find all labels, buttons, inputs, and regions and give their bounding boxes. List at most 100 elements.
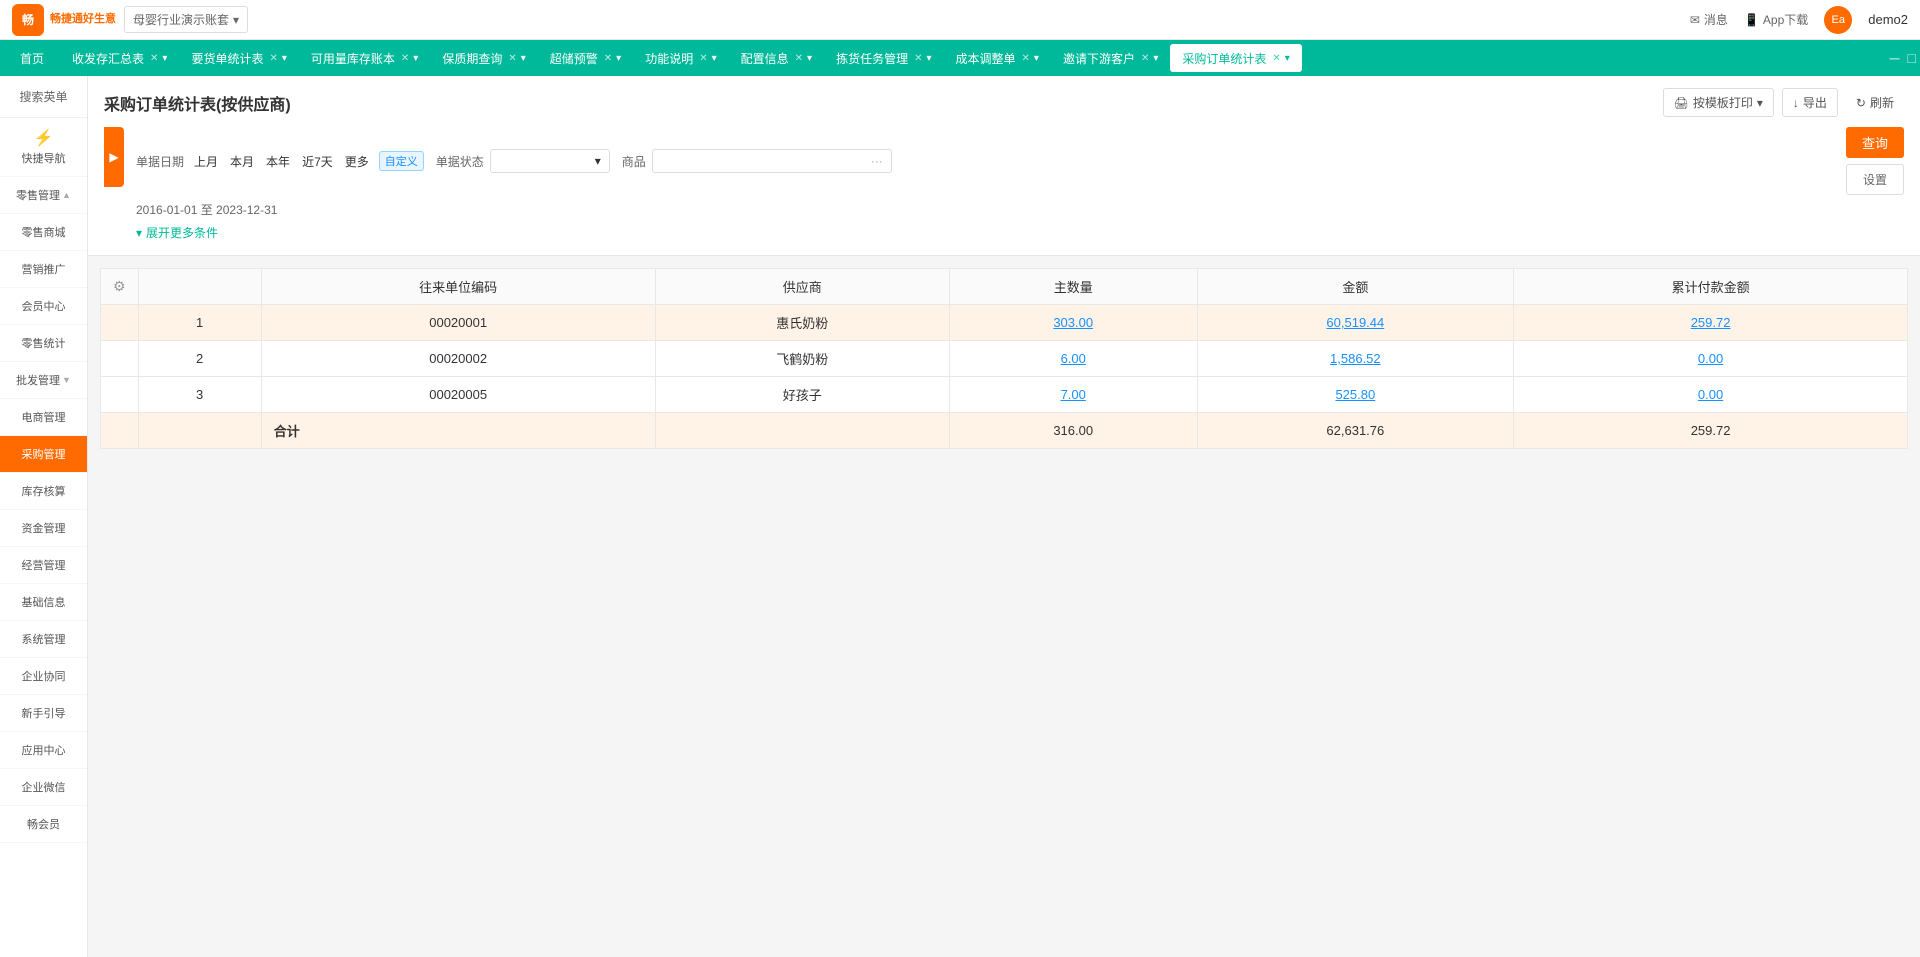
sidebar-item-basic-info[interactable]: 基础信息 — [0, 584, 87, 621]
logo-abbr: 畅 — [22, 11, 34, 28]
sidebar-new-guide-label: 新手引导 — [22, 705, 66, 721]
app-download-action[interactable]: 📱 App下载 — [1744, 11, 1808, 28]
top-bar: 畅 畅捷通好生意 母婴行业演示账套 ▾ ✉ 消息 📱 App下载 Ea demo… — [0, 0, 1920, 40]
th-supplier: 供应商 — [655, 269, 949, 305]
sidebar-item-sys-mgmt[interactable]: 系统管理 — [0, 621, 87, 658]
sidebar-item-vip[interactable]: 畅会员 — [0, 806, 87, 843]
username-label: demo2 — [1868, 12, 1908, 27]
sidebar-item-wholesale[interactable]: 批发管理 ▼ — [0, 362, 87, 399]
query-button[interactable]: 查询 — [1846, 127, 1904, 158]
close-invite-icon[interactable]: ✕ — [1141, 53, 1149, 64]
sidebar-item-ecommerce[interactable]: 电商管理 — [0, 399, 87, 436]
tab-available-stock[interactable]: 可用量库存账本 ✕ ▾ — [299, 44, 430, 72]
sidebar-item-new-guide[interactable]: 新手引导 — [0, 695, 87, 732]
sidebar-item-stock-check[interactable]: 库存核算 — [0, 473, 87, 510]
close-cost-adjust-icon[interactable]: ✕ — [1022, 53, 1030, 64]
status-select[interactable]: ▾ — [490, 149, 610, 173]
maximize-icon[interactable]: □ — [1908, 50, 1916, 66]
footer-quantity: 316.00 — [949, 413, 1197, 449]
expand-button[interactable]: ▾ 展开更多条件 — [136, 224, 218, 241]
row3-partner-code: 00020005 — [261, 377, 655, 413]
sidebar-ecommerce-label: 电商管理 — [22, 409, 66, 425]
refresh-button[interactable]: ↻ 刷新 — [1846, 89, 1904, 116]
export-label: 导出 — [1803, 94, 1827, 111]
export-button[interactable]: ↓ 导出 — [1782, 88, 1838, 117]
top-bar-left: 畅 畅捷通好生意 母婴行业演示账套 ▾ — [12, 4, 248, 36]
app-download-label: App下载 — [1763, 11, 1808, 28]
tab-receive-send[interactable]: 收发存汇总表 ✕ ▾ — [60, 44, 179, 72]
close-task-mgmt-icon[interactable]: ✕ — [914, 53, 922, 64]
custom-badge[interactable]: 自定义 — [379, 151, 424, 171]
sidebar-item-marketing[interactable]: 营销推广 — [0, 251, 87, 288]
close-purchase-stats-icon[interactable]: ✕ — [1272, 53, 1280, 64]
sidebar-retail-stats-label: 零售统计 — [22, 335, 66, 351]
sidebar-biz-mgmt-label: 经营管理 — [22, 557, 66, 573]
tab-expiry-query[interactable]: 保质期查询 ✕ ▾ — [430, 44, 537, 72]
th-partner-code: 往来单位编码 — [261, 269, 655, 305]
close-receive-send-icon[interactable]: ✕ — [150, 53, 158, 64]
row1-paid: 259.72 — [1514, 305, 1908, 341]
sidebar-corp-wechat-label: 企业微信 — [22, 779, 66, 795]
expand-icon: ▾ — [136, 226, 142, 240]
filter-row-1: 单据日期 上月 本月 本年 近7天 更多 自定义 单据状态 — [136, 127, 1904, 195]
row1-index: 1 — [138, 305, 261, 341]
settings-button[interactable]: 设置 — [1846, 164, 1904, 195]
sidebar-item-retail-stats[interactable]: 零售统计 — [0, 325, 87, 362]
tab-cost-adjust[interactable]: 成本调整单 ✕ ▾ — [944, 44, 1051, 72]
toggle-icon: ▶ — [109, 150, 118, 164]
tab-config[interactable]: 配置信息 ✕ ▾ — [729, 44, 824, 72]
header-row: ⚙ 往来单位编码 供应商 主数量 金额 累计付款金额 — [101, 269, 1908, 305]
shortcut-last-month[interactable]: 上月 — [190, 151, 222, 172]
tab-invite[interactable]: 邀请下游客户 ✕ ▾ — [1051, 44, 1170, 72]
sidebar-item-corp-collab[interactable]: 企业协同 — [0, 658, 87, 695]
tab-task-mgmt[interactable]: 拣货任务管理 ✕ ▾ — [824, 44, 943, 72]
row2-partner-code: 00020002 — [261, 341, 655, 377]
shortcut-more[interactable]: 更多 — [341, 151, 373, 172]
sidebar-search-area: 搜索英单 — [0, 76, 87, 118]
close-available-stock-icon[interactable]: ✕ — [401, 53, 409, 64]
sidebar-item-biz-mgmt[interactable]: 经营管理 — [0, 547, 87, 584]
sidebar-item-retail-mgmt[interactable]: 零售管理 ▲ — [0, 177, 87, 214]
page-header: 采购订单统计表(按供应商) 🖨 按模板打印 ▾ ↓ 导出 ↻ 刷新 — [88, 76, 1920, 256]
page-title-row: 采购订单统计表(按供应商) 🖨 按模板打印 ▾ ↓ 导出 ↻ 刷新 — [104, 88, 1904, 117]
search-button[interactable]: 搜索英单 — [8, 84, 79, 109]
shortcut-7days[interactable]: 近7天 — [298, 151, 337, 172]
close-overstock-icon[interactable]: ✕ — [604, 53, 612, 64]
sidebar-basic-info-label: 基础信息 — [22, 594, 66, 610]
minimize-icon[interactable]: ─ — [1890, 50, 1900, 66]
sidebar-item-finance[interactable]: 资金管理 — [0, 510, 87, 547]
close-goods-stats-icon[interactable]: ✕ — [269, 53, 277, 64]
close-func-desc-icon[interactable]: ✕ — [699, 53, 707, 64]
tab-overstock[interactable]: 超储预警 ✕ ▾ — [538, 44, 633, 72]
th-paid-amount: 累计付款金额 — [1514, 269, 1908, 305]
th-settings[interactable]: ⚙ — [101, 269, 139, 305]
close-config-icon[interactable]: ✕ — [795, 53, 803, 64]
close-expiry-query-icon[interactable]: ✕ — [508, 53, 516, 64]
messages-action[interactable]: ✉ 消息 — [1690, 11, 1728, 28]
goods-input[interactable]: ··· — [652, 149, 892, 173]
sidebar-item-quick-nav[interactable]: ⚡ 快捷导航 — [0, 118, 87, 177]
sidebar-item-app-center[interactable]: 应用中心 — [0, 732, 87, 769]
tab-home[interactable]: 首页 — [4, 44, 60, 72]
sidebar-item-purchase[interactable]: 采购管理 — [0, 436, 87, 473]
footer-row: 合计 316.00 62,631.76 259.72 — [101, 413, 1908, 449]
sidebar-item-corp-wechat[interactable]: 企业微信 — [0, 769, 87, 806]
sidebar-item-member[interactable]: 会员中心 — [0, 288, 87, 325]
expand-label: 展开更多条件 — [146, 224, 218, 241]
footer-settings — [101, 413, 139, 449]
tab-goods-stats[interactable]: 要货单统计表 ✕ ▾ — [179, 44, 298, 72]
sidebar-finance-label: 资金管理 — [22, 520, 66, 536]
tab-goods-stats-label: 要货单统计表 — [191, 50, 263, 67]
workspace-selector[interactable]: 母婴行业演示账套 ▾ — [124, 6, 248, 33]
shortcut-this-month[interactable]: 本月 — [226, 151, 258, 172]
shortcut-this-year[interactable]: 本年 — [262, 151, 294, 172]
row1-partner-code: 00020001 — [261, 305, 655, 341]
tab-purchase-stats[interactable]: 采购订单统计表 ✕ ▾ — [1170, 44, 1301, 72]
row1-quantity: 303.00 — [949, 305, 1197, 341]
filter-toggle[interactable]: ▶ — [104, 127, 124, 187]
sidebar-item-retail-store[interactable]: 零售商城 — [0, 214, 87, 251]
avatar[interactable]: Ea — [1824, 6, 1852, 34]
tab-func-desc[interactable]: 功能说明 ✕ ▾ — [633, 44, 728, 72]
footer-label: 合计 — [261, 413, 655, 449]
print-button[interactable]: 🖨 按模板打印 ▾ — [1663, 88, 1774, 117]
